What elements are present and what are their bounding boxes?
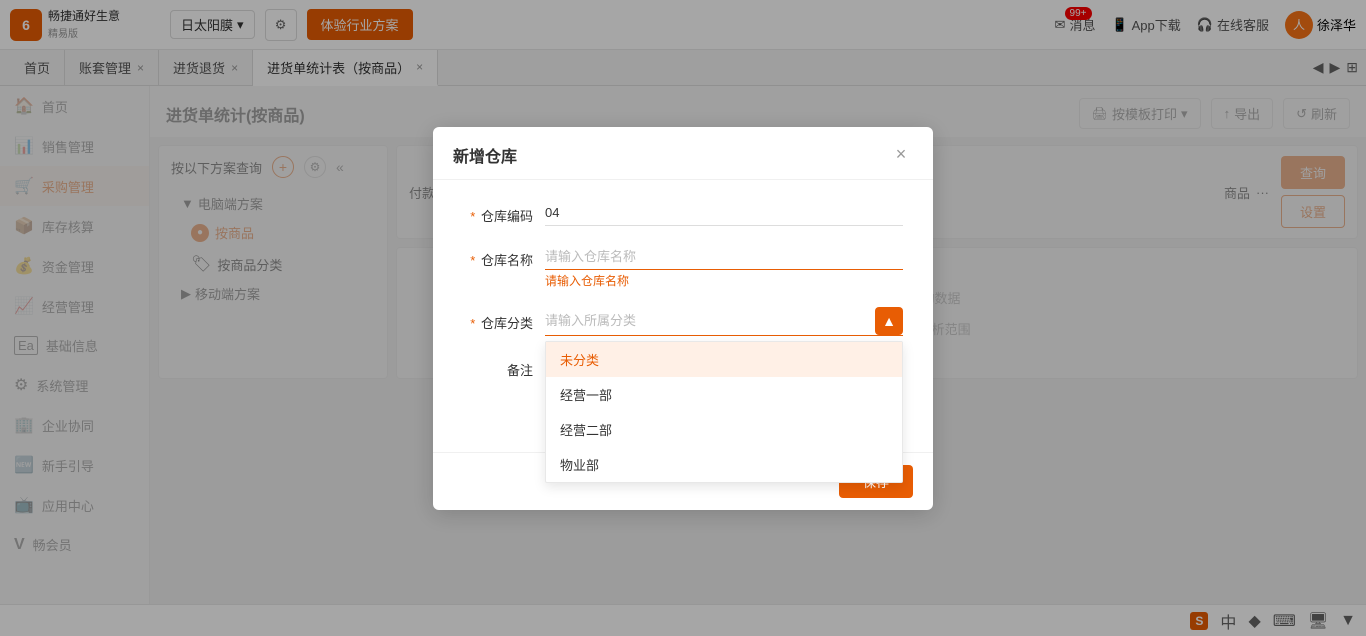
dropdown-item-dept2[interactable]: 经营二部 (546, 412, 902, 447)
dropdown-item-dept1[interactable]: 经营一部 (546, 377, 902, 412)
warehouse-code-label: * 仓库编码 (463, 200, 533, 225)
close-icon[interactable]: × (889, 143, 913, 167)
dialog-header: 新增仓库 × (433, 127, 933, 180)
dropdown-item-property[interactable]: 物业部 (546, 447, 902, 482)
warehouse-name-label: * 仓库名称 (463, 244, 533, 269)
dialog-body: * 仓库编码 * 仓库名称 请输入仓库名称 * (433, 180, 933, 452)
dialog-title: 新增仓库 (453, 143, 517, 167)
warehouse-category-row: * 仓库分类 ▲ 未分类 经营一部 经营二部 物业部 (463, 307, 903, 336)
warehouse-code-input[interactable] (545, 200, 903, 226)
warehouse-category-dropdown: ▲ 未分类 经营一部 经营二部 物业部 (545, 307, 903, 336)
dropdown-list: 未分类 经营一部 经营二部 物业部 (545, 341, 903, 483)
modal-overlay: 新增仓库 × * 仓库编码 * 仓库名称 请输入仓库名称 (0, 0, 1366, 636)
warehouse-code-row: * 仓库编码 (463, 200, 903, 226)
warehouse-category-input[interactable] (545, 308, 875, 333)
new-warehouse-dialog: 新增仓库 × * 仓库编码 * 仓库名称 请输入仓库名称 (433, 127, 933, 510)
warehouse-name-error: 请输入仓库名称 (545, 272, 903, 289)
warehouse-name-row: * 仓库名称 请输入仓库名称 (463, 244, 903, 289)
dropdown-item-none[interactable]: 未分类 (546, 342, 902, 377)
dropdown-toggle-button[interactable]: ▲ (875, 307, 903, 335)
warehouse-category-label: * 仓库分类 (463, 307, 533, 332)
note-label: 备注 (463, 354, 533, 379)
warehouse-name-input[interactable] (545, 244, 903, 270)
